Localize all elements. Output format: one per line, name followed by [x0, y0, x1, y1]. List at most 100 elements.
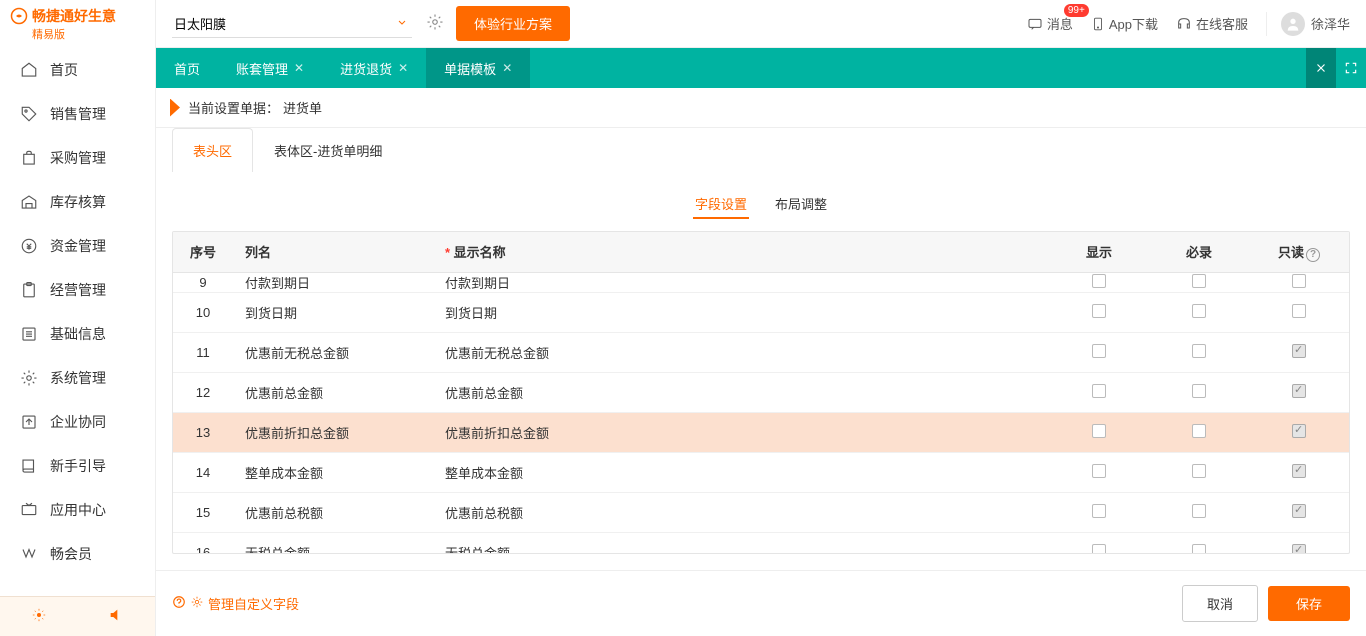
cell-display[interactable]: 无税总金额 [433, 533, 1049, 554]
cell-readonly [1249, 494, 1349, 531]
cell-display[interactable]: 到货日期 [433, 293, 1049, 332]
checkbox-show[interactable] [1092, 424, 1106, 438]
cell-readonly [1249, 334, 1349, 371]
sidebar-item-guide[interactable]: 新手引导 [0, 444, 155, 488]
cell-display[interactable]: 优惠前折扣总金额 [433, 413, 1049, 452]
close-icon[interactable]: ✕ [502, 61, 512, 75]
search-input[interactable] [172, 10, 412, 38]
fullscreen-button[interactable] [1336, 48, 1366, 88]
table-row[interactable]: 9付款到期日付款到期日 [173, 273, 1349, 293]
checkbox-required[interactable] [1192, 344, 1206, 358]
cell-seq: 10 [173, 295, 233, 330]
checkbox-readonly[interactable] [1292, 504, 1306, 518]
sidebar-item-inventory[interactable]: 库存核算 [0, 180, 155, 224]
checkbox-required[interactable] [1192, 304, 1206, 318]
sidebar-item-business[interactable]: 经营管理 [0, 268, 155, 312]
experience-button[interactable]: 体验行业方案 [456, 6, 570, 41]
checkbox-show[interactable] [1092, 384, 1106, 398]
sub-tab-layout[interactable]: 布局调整 [773, 190, 829, 219]
tab-home[interactable]: 首页 [156, 48, 218, 88]
cell-display[interactable]: 优惠前无税总金额 [433, 333, 1049, 372]
message-icon [1027, 16, 1043, 32]
sidebar-item-sales[interactable]: 销售管理 [0, 92, 155, 136]
checkbox-show[interactable] [1092, 304, 1106, 318]
cell-display[interactable]: 付款到期日 [433, 273, 1049, 293]
table-body[interactable]: 9付款到期日付款到期日10到货日期到货日期11优惠前无税总金额优惠前无税总金额1… [173, 273, 1349, 554]
cell-show [1049, 454, 1149, 491]
save-button[interactable]: 保存 [1268, 586, 1350, 621]
sidebar-item-home[interactable]: 首页 [0, 48, 155, 92]
table-row[interactable]: 11优惠前无税总金额优惠前无税总金额 [173, 333, 1349, 373]
cell-display[interactable]: 优惠前总税额 [433, 493, 1049, 532]
sidebar-item-apps[interactable]: 应用中心 [0, 488, 155, 532]
inner-tab-body[interactable]: 表体区-进货单明细 [253, 128, 403, 172]
table-row[interactable]: 12优惠前总金额优惠前总金额 [173, 373, 1349, 413]
chevron-down-icon[interactable] [396, 16, 408, 31]
sidebar-item-basicinfo[interactable]: 基础信息 [0, 312, 155, 356]
cancel-button[interactable]: 取消 [1182, 585, 1258, 622]
checkbox-readonly[interactable] [1292, 464, 1306, 478]
logo-text: 畅捷通好生意 [32, 6, 116, 26]
table-row[interactable]: 16无税总金额无税总金额 [173, 533, 1349, 554]
checkbox-readonly[interactable] [1292, 544, 1306, 554]
checkbox-show[interactable] [1092, 464, 1106, 478]
table-row[interactable]: 13优惠前折扣总金额优惠前折扣总金额 [173, 413, 1349, 453]
sidebar-item-purchase[interactable]: 采购管理 [0, 136, 155, 180]
user-menu[interactable]: 徐泽华 [1266, 12, 1350, 36]
close-all-button[interactable] [1306, 48, 1336, 88]
tab-template[interactable]: 单据模板✕ [426, 48, 530, 88]
main: 体验行业方案 消息 99+ App下载 在线客服 徐泽华 [156, 0, 1366, 636]
checkbox-readonly[interactable] [1292, 344, 1306, 358]
checkbox-show[interactable] [1092, 544, 1106, 554]
warehouse-icon [20, 193, 38, 211]
custom-fields-link[interactable]: 管理自定义字段 [172, 594, 299, 613]
checkbox-readonly[interactable] [1292, 424, 1306, 438]
inner-tab-header[interactable]: 表头区 [172, 128, 253, 173]
messages-link[interactable]: 消息 99+ [1027, 14, 1073, 33]
checkbox-required[interactable] [1192, 544, 1206, 554]
logo: 畅捷通好生意 精易版 [0, 0, 155, 48]
cell-required [1149, 454, 1249, 491]
cell-readonly [1249, 374, 1349, 411]
sidebar-item-member[interactable]: 畅会员 [0, 532, 155, 576]
checkbox-readonly[interactable] [1292, 384, 1306, 398]
cell-display[interactable]: 整单成本金额 [433, 453, 1049, 492]
checkbox-show[interactable] [1092, 344, 1106, 358]
table-row[interactable]: 14整单成本金额整单成本金额 [173, 453, 1349, 493]
close-icon[interactable]: ✕ [398, 61, 408, 75]
checkbox-readonly[interactable] [1292, 274, 1306, 288]
table-row[interactable]: 15优惠前总税额优惠前总税额 [173, 493, 1349, 533]
settings-icon[interactable] [31, 607, 47, 626]
checkbox-required[interactable] [1192, 384, 1206, 398]
checkbox-show[interactable] [1092, 504, 1106, 518]
help-icon[interactable]: ? [1306, 248, 1320, 262]
table-row[interactable]: 10到货日期到货日期 [173, 293, 1349, 333]
checkbox-readonly[interactable] [1292, 304, 1306, 318]
help-icon [172, 595, 186, 612]
sidebar-item-system[interactable]: 系统管理 [0, 356, 155, 400]
app-download-link[interactable]: App下载 [1091, 14, 1158, 33]
tab-account[interactable]: 账套管理✕ [218, 48, 322, 88]
sidebar-bottom [0, 596, 155, 636]
checkbox-required[interactable] [1192, 274, 1206, 288]
th-seq: 序号 [173, 232, 233, 272]
sub-tab-fields[interactable]: 字段设置 [693, 190, 749, 219]
service-link[interactable]: 在线客服 [1176, 14, 1248, 33]
money-icon [20, 237, 38, 255]
checkbox-required[interactable] [1192, 424, 1206, 438]
tab-purchase-return[interactable]: 进货退货✕ [322, 48, 426, 88]
sidebar-item-finance[interactable]: 资金管理 [0, 224, 155, 268]
checkbox-required[interactable] [1192, 504, 1206, 518]
tv-icon [20, 501, 38, 519]
sound-icon[interactable] [108, 607, 124, 626]
footer-bar: 管理自定义字段 取消 保存 [156, 570, 1366, 636]
cell-display[interactable]: 优惠前总金额 [433, 373, 1049, 412]
cell-readonly [1249, 294, 1349, 331]
close-icon[interactable]: ✕ [294, 61, 304, 75]
cell-show [1049, 534, 1149, 554]
checkbox-required[interactable] [1192, 464, 1206, 478]
sidebar-item-collab[interactable]: 企业协同 [0, 400, 155, 444]
checkbox-show[interactable] [1092, 274, 1106, 288]
cell-readonly [1249, 273, 1349, 293]
settings-icon[interactable] [426, 13, 444, 34]
